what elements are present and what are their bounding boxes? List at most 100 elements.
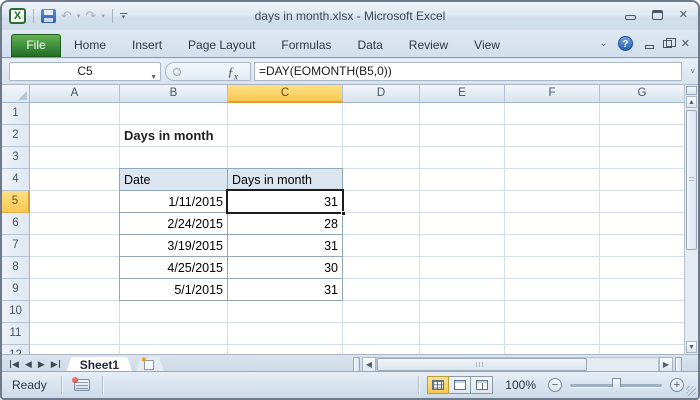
save-icon[interactable] [41,9,56,23]
workbook-close-button[interactable]: ✕ [681,38,690,50]
horizontal-scrollbar[interactable] [376,357,659,372]
redo-icon[interactable]: ↷ [85,9,96,23]
row-header-3[interactable]: 3 [2,147,30,169]
macro-record-icon[interactable] [74,379,90,391]
row-header-7[interactable]: 7 [2,235,30,257]
column-header-F[interactable]: F [505,85,600,103]
cell-B4[interactable]: Date [124,169,223,191]
formula-input[interactable]: =DAY(EOMONTH(B5,0)) [254,62,682,81]
tab-split-handle[interactable] [353,357,360,372]
page-break-view-icon [476,380,488,390]
cell-B8[interactable]: 4/25/2015 [124,257,223,279]
close-button[interactable]: ✕ [679,8,688,22]
gridline [419,103,420,354]
undo-icon[interactable]: ↶ [61,9,72,23]
ribbon-tab-review[interactable]: Review [396,34,461,57]
name-box-value: C5 [77,64,92,78]
column-header-G[interactable]: G [600,85,685,103]
column-header-D[interactable]: D [343,85,420,103]
row-header-8[interactable]: 8 [2,257,30,279]
excel-window: X ↶ ▾ ↷ ▾ ▾ days in month.xlsx - Microso… [0,0,700,400]
excel-logo-icon[interactable]: X [9,8,26,24]
zoom-slider-thumb[interactable] [612,378,621,392]
insert-function-icon[interactable]: ƒx [228,64,239,82]
workbook-minimize-button[interactable] [645,45,654,49]
zoom-in-button[interactable]: + [670,378,684,392]
cell-C9[interactable]: 31 [232,279,338,301]
column-header-A[interactable]: A [30,85,120,103]
status-mode: Ready [2,378,61,392]
worksheet-grid: ABCDEFG 123456789101112Days in monthDate… [2,85,698,354]
last-sheet-icon[interactable]: ▶ [51,359,60,370]
workbook-restore-button[interactable] [663,40,672,48]
row-header-12[interactable]: 12 [2,345,30,354]
cell-B5[interactable]: 1/11/2015 [124,191,223,213]
grid-body[interactable]: 123456789101112Days in monthDateDays in … [2,103,684,354]
vertical-scroll-thumb[interactable] [686,110,697,250]
cell-C7[interactable]: 31 [232,235,338,257]
scroll-right-icon[interactable]: ▶ [659,357,673,372]
ribbon-right-controls: ⌄ ? ✕ [599,36,690,51]
row-header-1[interactable]: 1 [2,103,30,125]
cell-B6[interactable]: 2/24/2015 [124,213,223,235]
first-sheet-icon[interactable]: ◀ [10,359,19,370]
zoom-slider[interactable] [570,384,662,387]
column-header-E[interactable]: E [420,85,505,103]
maximize-button[interactable] [652,10,663,20]
zoom-out-button[interactable]: − [548,378,562,392]
select-all-triangle-icon [18,91,27,100]
normal-view-button[interactable] [427,376,449,394]
expand-ribbon-icon[interactable]: ⌄ [599,39,607,49]
row-header-5[interactable]: 5 [2,191,30,213]
row-header-6[interactable]: 6 [2,213,30,235]
vertical-split-handle[interactable] [686,86,697,95]
cell-C4[interactable]: Days in month [232,169,338,191]
window-split-handle[interactable] [675,357,682,372]
name-box-dropdown-icon[interactable]: ▼ [150,69,157,86]
minimize-button[interactable] [625,15,636,20]
ribbon-tab-formulas[interactable]: Formulas [268,34,344,57]
redo-dropdown-icon[interactable]: ▾ [101,12,105,20]
gridline [504,103,505,354]
page-layout-view-button[interactable] [449,376,471,394]
next-sheet-icon[interactable]: ▶ [38,359,45,370]
drag-handle-icon[interactable] [173,68,181,76]
expand-formula-bar-icon[interactable]: ˅ [690,67,695,76]
help-icon[interactable]: ? [618,36,633,51]
prev-sheet-icon[interactable]: ◀ [25,359,32,370]
ribbon-tab-file[interactable]: File [11,34,61,57]
ribbon-tab-page-layout[interactable]: Page Layout [175,34,268,57]
row-header-2[interactable]: 2 [2,125,30,147]
function-area: ƒx [165,62,251,81]
cell-C6[interactable]: 28 [232,213,338,235]
row-header-11[interactable]: 11 [2,323,30,345]
formula-bar: C5 ▼ ƒx =DAY(EOMONTH(B5,0)) ˅ [2,59,698,85]
scroll-down-icon[interactable]: ▼ [686,341,697,353]
cell-C8[interactable]: 30 [232,257,338,279]
ribbon-tab-home[interactable]: Home [61,34,119,57]
cell-B7[interactable]: 3/19/2015 [124,235,223,257]
ribbon-tab-insert[interactable]: Insert [119,34,175,57]
row-header-9[interactable]: 9 [2,279,30,301]
column-header-B[interactable]: B [120,85,228,103]
undo-dropdown-icon[interactable]: ▾ [77,12,81,20]
zoom-level[interactable]: 100% [505,378,536,392]
cell-B2[interactable]: Days in month [124,125,324,147]
name-box[interactable]: C5 ▼ [9,62,161,81]
column-header-C[interactable]: C [228,85,343,103]
title-bar: X ↶ ▾ ↷ ▾ ▾ days in month.xlsx - Microso… [2,2,698,30]
resize-grip-icon[interactable] [686,386,696,396]
row-header-10[interactable]: 10 [2,301,30,323]
customize-qat-icon[interactable]: ▾ [120,13,127,20]
scroll-left-icon[interactable]: ◀ [362,357,376,372]
fill-handle[interactable] [341,211,346,216]
scroll-up-icon[interactable]: ▲ [686,96,697,108]
row-header-4[interactable]: 4 [2,169,30,191]
vertical-scrollbar[interactable]: ▲ ▼ [684,85,698,354]
select-all-corner[interactable] [2,85,30,103]
horizontal-scroll-thumb[interactable] [377,358,587,371]
page-break-view-button[interactable] [471,376,493,394]
cell-B9[interactable]: 5/1/2015 [124,279,223,301]
ribbon-tab-view[interactable]: View [461,34,513,57]
ribbon-tab-data[interactable]: Data [344,34,395,57]
